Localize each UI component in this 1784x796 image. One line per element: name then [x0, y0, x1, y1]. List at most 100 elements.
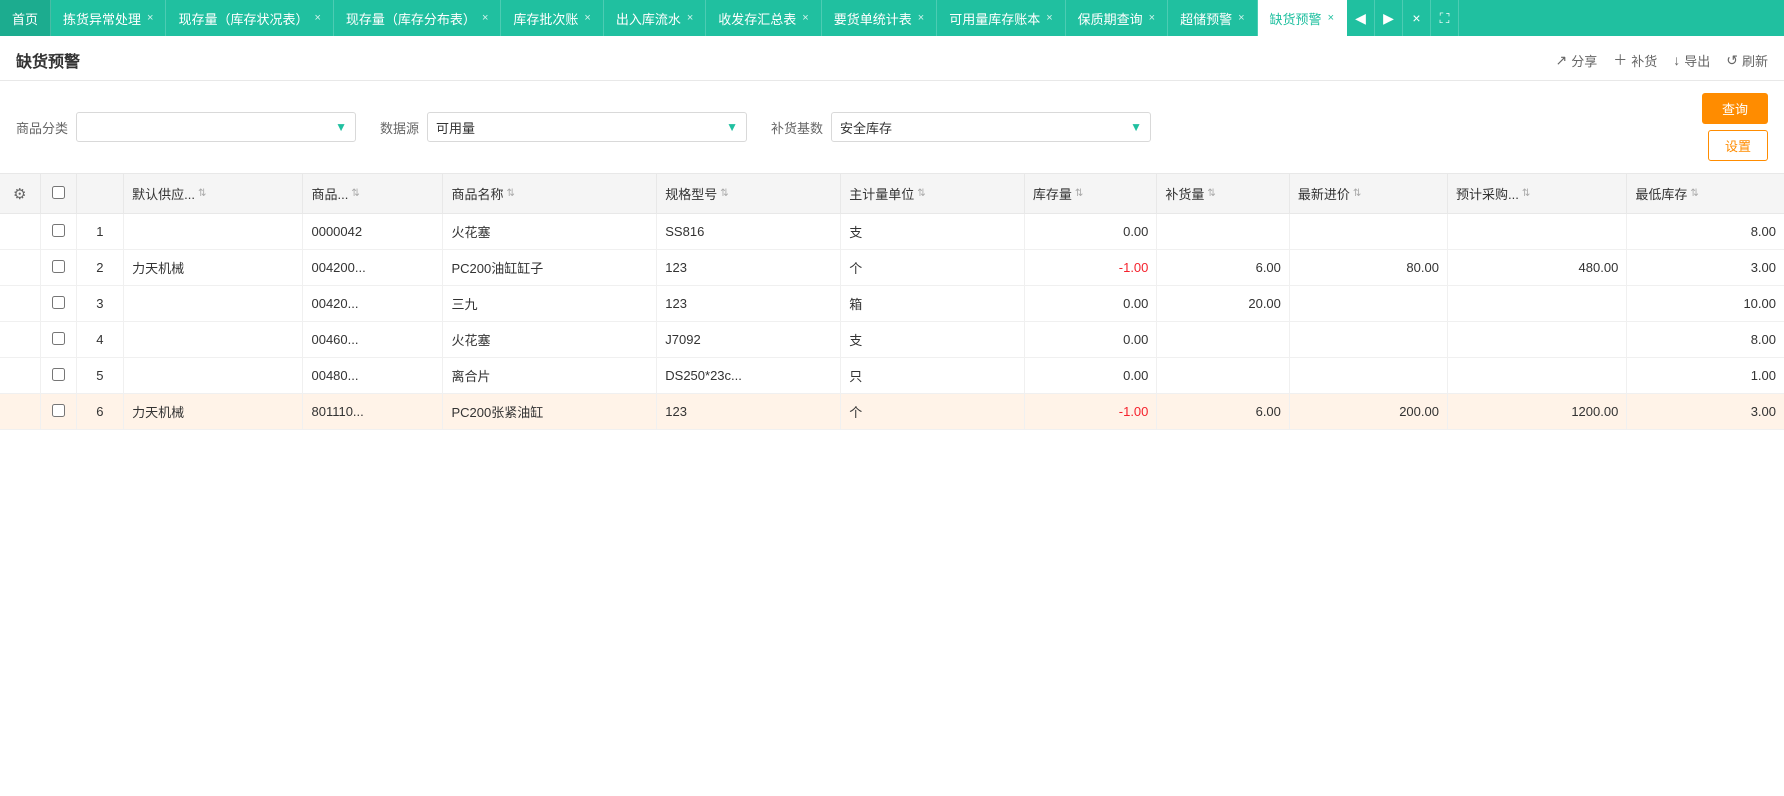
- row-min-stock: 8.00: [1627, 322, 1784, 358]
- tab-close-inventory-dist[interactable]: ×: [482, 12, 488, 24]
- export-icon: ↓: [1673, 52, 1680, 68]
- col-latest-price-sort[interactable]: 最新进价 ⇅: [1298, 184, 1439, 203]
- col-min-stock-sort[interactable]: 最低库存 ⇅: [1635, 184, 1776, 203]
- replenish-basis-label: 补货基数: [771, 118, 823, 137]
- row-gear-cell: [0, 214, 40, 250]
- row-replenish-qty: 6.00: [1157, 394, 1290, 430]
- query-button[interactable]: 查询: [1702, 93, 1768, 124]
- row-checkbox-1[interactable]: [52, 224, 65, 237]
- col-supplier-sort[interactable]: 默认供应... ⇅: [132, 184, 294, 203]
- row-checkbox-cell: [40, 322, 76, 358]
- col-product-code-sort[interactable]: 商品... ⇅: [311, 184, 434, 203]
- tab-fullscreen-btn[interactable]: ⛶: [1431, 0, 1459, 36]
- replenish-basis-value: 安全库存: [840, 118, 892, 137]
- tab-inventory-status[interactable]: 现存量（库存状况表） ×: [166, 0, 333, 36]
- datasource-filter-group: 数据源 可用量 ▼: [380, 112, 747, 142]
- tab-home[interactable]: 首页: [0, 0, 51, 36]
- row-product-code: 00480...: [303, 358, 443, 394]
- row-checkbox-5[interactable]: [52, 368, 65, 381]
- tab-close-expiry[interactable]: ×: [1149, 12, 1155, 24]
- row-est-purchase: [1447, 214, 1626, 250]
- row-stock: 0.00: [1024, 286, 1157, 322]
- row-unit: 个: [841, 394, 1025, 430]
- table-container: ⚙ 默认供应... ⇅ 商品...: [0, 174, 1784, 430]
- row-stock: 0.00: [1024, 358, 1157, 394]
- col-gear: ⚙: [0, 174, 40, 214]
- row-supplier: [124, 358, 303, 394]
- row-latest-price: [1289, 214, 1447, 250]
- row-spec: SS816: [657, 214, 841, 250]
- tab-next-btn[interactable]: ▶: [1375, 0, 1403, 36]
- row-est-purchase: 480.00: [1447, 250, 1626, 286]
- tab-overstock[interactable]: 超储预警 ×: [1168, 0, 1257, 36]
- row-unit: 支: [841, 214, 1025, 250]
- datasource-select[interactable]: 可用量 ▼: [427, 112, 747, 142]
- tab-available-ledger[interactable]: 可用量库存账本 ×: [937, 0, 1065, 36]
- table-header-row: ⚙ 默认供应... ⇅ 商品...: [0, 174, 1784, 214]
- export-button[interactable]: ↓ 导出: [1673, 51, 1710, 70]
- tab-close-inout-flow[interactable]: ×: [687, 12, 693, 24]
- tab-shortage[interactable]: 缺货预警 ×: [1258, 0, 1347, 36]
- row-gear-cell: [0, 322, 40, 358]
- row-spec: 123: [657, 250, 841, 286]
- row-spec: 123: [657, 394, 841, 430]
- col-unit-sort[interactable]: 主计量单位 ⇅: [849, 184, 1016, 203]
- tab-close-available-ledger[interactable]: ×: [1046, 12, 1052, 24]
- refresh-icon: ↺: [1726, 52, 1738, 69]
- row-checkbox-cell: [40, 250, 76, 286]
- col-est-purchase-sort[interactable]: 预计采购... ⇅: [1456, 184, 1618, 203]
- gear-settings-icon[interactable]: ⚙: [13, 186, 26, 203]
- settings-button[interactable]: 设置: [1708, 130, 1768, 161]
- tab-close-all-btn[interactable]: ×: [1403, 0, 1431, 36]
- col-spec-sort[interactable]: 规格型号 ⇅: [665, 184, 832, 203]
- tab-abnormal[interactable]: 拣货异常处理 ×: [51, 0, 166, 36]
- row-min-stock: 3.00: [1627, 394, 1784, 430]
- col-stock-sort[interactable]: 库存量 ⇅: [1033, 184, 1149, 203]
- share-button[interactable]: ↗ 分享: [1555, 51, 1597, 70]
- row-product-name: PC200油缸缸子: [443, 250, 657, 286]
- row-index: 2: [76, 250, 124, 286]
- select-all-checkbox[interactable]: [52, 186, 65, 199]
- tab-close-receipt-summary[interactable]: ×: [802, 12, 808, 24]
- tab-close-shortage[interactable]: ×: [1328, 12, 1334, 24]
- category-select[interactable]: ▼: [76, 112, 356, 142]
- tab-prev-btn[interactable]: ◀: [1347, 0, 1375, 36]
- row-unit: 箱: [841, 286, 1025, 322]
- tab-close-inventory-status[interactable]: ×: [314, 12, 320, 24]
- row-supplier: 力天机械: [124, 250, 303, 286]
- refresh-button[interactable]: ↺ 刷新: [1726, 51, 1768, 70]
- col-product-name-sort[interactable]: 商品名称 ⇅: [451, 184, 648, 203]
- col-replenish-sort[interactable]: 补货量 ⇅: [1165, 184, 1281, 203]
- row-checkbox-4[interactable]: [52, 332, 65, 345]
- row-product-code: 801110...: [303, 394, 443, 430]
- replenish-basis-select[interactable]: 安全库存 ▼: [831, 112, 1151, 142]
- row-index: 5: [76, 358, 124, 394]
- tab-close-demand-stat[interactable]: ×: [918, 12, 924, 24]
- filter-area: 商品分类 ▼ 数据源 可用量 ▼ 补货基数 安全库存 ▼ 查询 设置: [0, 81, 1784, 174]
- row-stock: -1.00: [1024, 394, 1157, 430]
- datasource-arrow-icon: ▼: [726, 120, 738, 134]
- share-icon: ↗: [1555, 52, 1567, 69]
- tab-batch[interactable]: 库存批次账 ×: [501, 0, 603, 36]
- row-checkbox-2[interactable]: [52, 260, 65, 273]
- tab-receipt-summary[interactable]: 收发存汇总表 ×: [706, 0, 821, 36]
- row-replenish-qty: [1157, 214, 1290, 250]
- table-row: 6 力天机械 801110... PC200张紧油缸 123 个 -1.00 6…: [0, 394, 1784, 430]
- row-product-code: 00460...: [303, 322, 443, 358]
- tab-close-overstock[interactable]: ×: [1238, 12, 1244, 24]
- row-stock: 0.00: [1024, 214, 1157, 250]
- row-stock: -1.00: [1024, 250, 1157, 286]
- product-name-sort-icon: ⇅: [507, 188, 515, 199]
- replenish-button[interactable]: ＋ 补货: [1613, 50, 1657, 70]
- tab-inventory-dist[interactable]: 现存量（库存分布表） ×: [334, 0, 501, 36]
- tab-inout-flow[interactable]: 出入库流水 ×: [604, 0, 706, 36]
- tab-expiry[interactable]: 保质期查询 ×: [1066, 0, 1168, 36]
- col-index: [76, 174, 124, 214]
- row-product-code: 00420...: [303, 286, 443, 322]
- row-checkbox-3[interactable]: [52, 296, 65, 309]
- row-checkbox-6[interactable]: [52, 404, 65, 417]
- tab-close-abnormal[interactable]: ×: [147, 12, 153, 24]
- page-title: 缺货预警: [16, 48, 80, 72]
- tab-demand-stat[interactable]: 要货单统计表 ×: [822, 0, 937, 36]
- tab-close-batch[interactable]: ×: [584, 12, 590, 24]
